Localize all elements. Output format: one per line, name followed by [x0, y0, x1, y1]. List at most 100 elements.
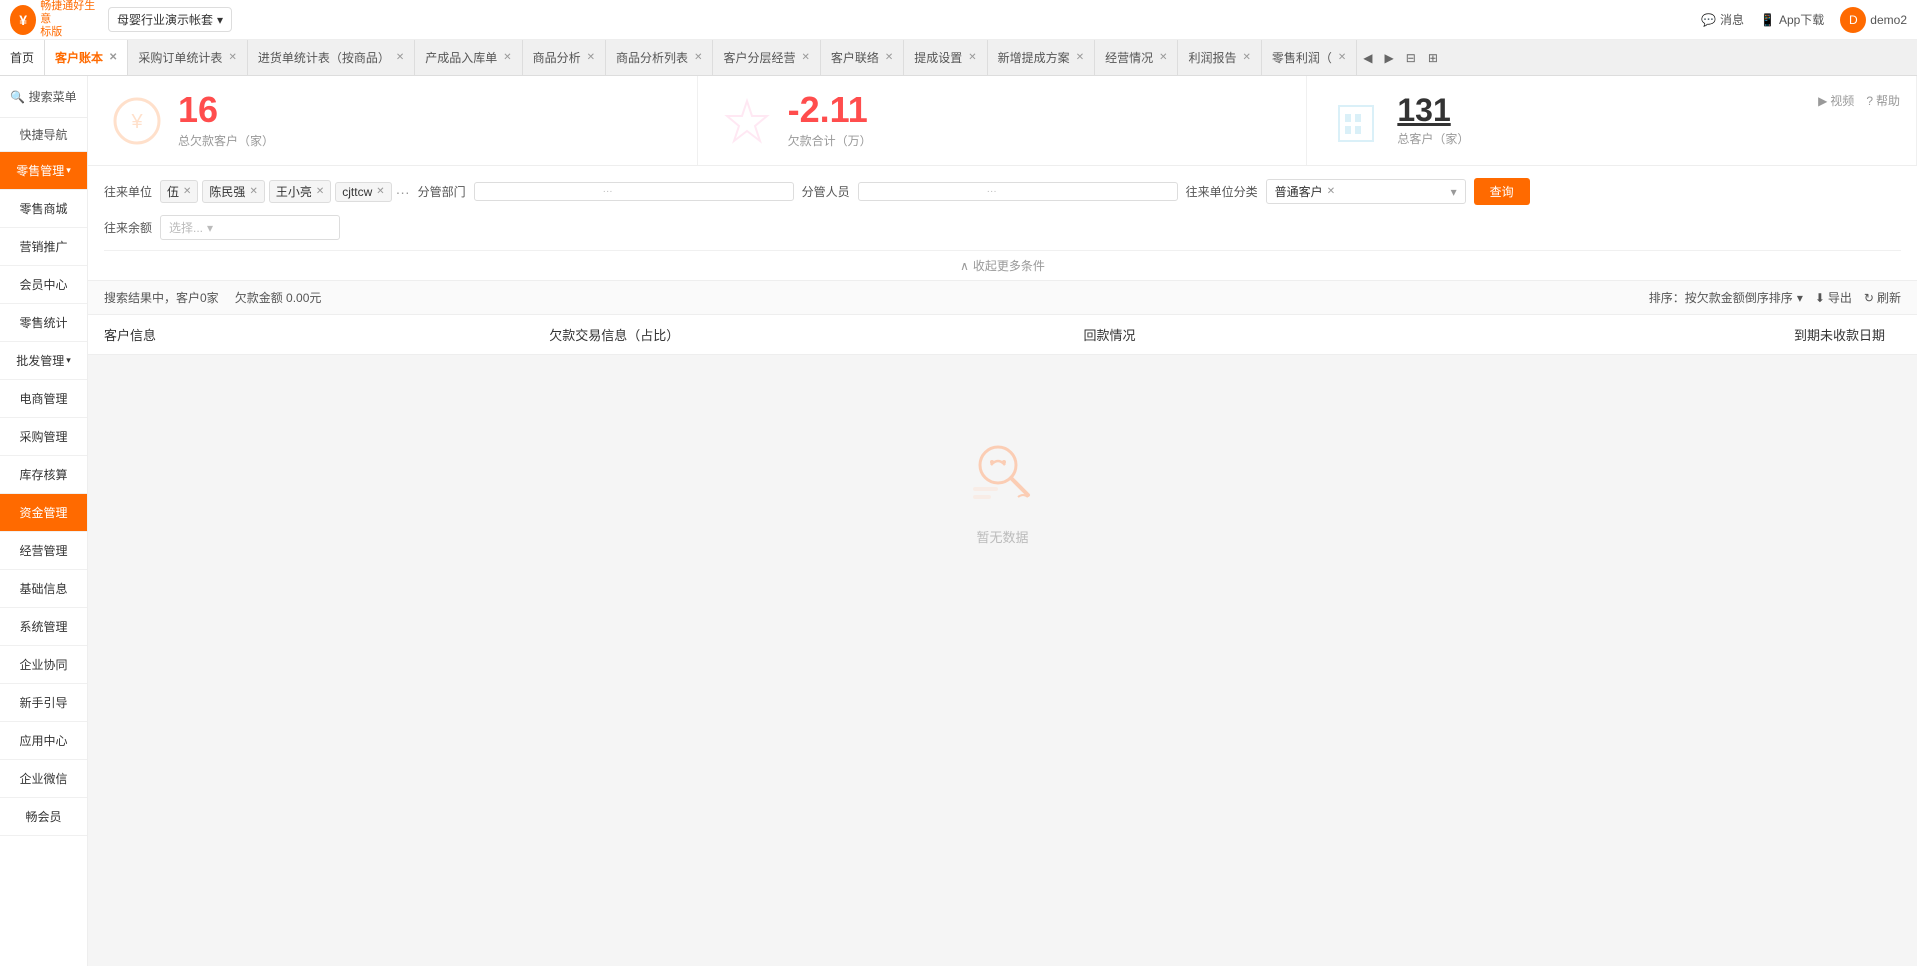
sidebar-item-newbie-guide[interactable]: 新手引导 [0, 684, 87, 722]
classify-select[interactable]: 普通客户 ✕ ▾ [1266, 179, 1466, 204]
help-btn[interactable]: ? 帮助 [1866, 92, 1900, 109]
tab-close-promotion-settings[interactable]: ✕ [968, 52, 976, 63]
tab-customer-contact[interactable]: 客户联络 ✕ [821, 40, 904, 76]
sidebar-search-btn[interactable]: 🔍 搜索菜单 [8, 84, 79, 109]
stat-debt-number: -2.11 [788, 92, 872, 128]
sidebar-item-member-center[interactable]: 会员中心 [0, 266, 87, 304]
tab-accounts[interactable]: 客户账本 ✕ [45, 40, 128, 76]
stat-debtors-values: 16 总欠款客户（家） [178, 92, 274, 149]
filter-row-1: 往来单位 伍 ✕ 陈民强 ✕ 王小亮 ✕ cjttcw [104, 178, 1901, 205]
sidebar-item-system-mgmt[interactable]: 系统管理 [0, 608, 87, 646]
sidebar-search-area: 🔍 搜索菜单 [0, 76, 87, 118]
tag-close-cjttcw[interactable]: ✕ [376, 186, 384, 197]
sidebar-item-basic-info[interactable]: 基础信息 [0, 570, 87, 608]
sidebar-quick-nav[interactable]: 快捷导航 [0, 118, 87, 152]
collapse-btn[interactable]: ∧ 收起更多条件 [104, 250, 1901, 280]
query-button[interactable]: 查询 [1474, 178, 1530, 205]
empty-icon [963, 435, 1043, 515]
result-actions: 排序：按欠款金额倒序排序 ▾ ⬇ 导出 ↻ 刷新 [1649, 289, 1901, 306]
tab-promotion-settings[interactable]: 提成设置 ✕ [904, 40, 987, 76]
sidebar-item-operations-mgmt[interactable]: 经营管理 [0, 532, 87, 570]
video-icon: ▶ [1818, 94, 1827, 108]
sidebar-item-app-center[interactable]: 应用中心 [0, 722, 87, 760]
tab-close-customer-contact[interactable]: ✕ [885, 52, 893, 63]
tab-profit-report[interactable]: 利润报告 ✕ [1178, 40, 1261, 76]
sidebar-item-vip-member[interactable]: 畅会员 [0, 798, 87, 836]
help-icon: ? [1866, 94, 1873, 108]
filter-tag-cjttcw: cjttcw ✕ [335, 182, 391, 202]
sidebar-item-marketing[interactable]: 营销推广 [0, 228, 87, 266]
sidebar-item-enterprise-coop[interactable]: 企业协同 [0, 646, 87, 684]
tab-next-btn[interactable]: ▶ [1379, 40, 1400, 76]
sidebar-item-wholesale[interactable]: 批发管理 ▾ [0, 342, 87, 380]
tab-close-retail-profit[interactable]: ✕ [1338, 52, 1346, 63]
export-icon: ⬇ [1815, 291, 1825, 305]
chevron-down-icon: ▾ [66, 355, 71, 366]
app-download-btn[interactable]: 📱 App下载 [1760, 11, 1824, 28]
filter-more-tags[interactable]: ··· [396, 184, 410, 200]
classify-close-icon[interactable]: ✕ [1327, 186, 1335, 197]
tab-operations[interactable]: 经营情况 ✕ [1095, 40, 1178, 76]
tab-production-inbound[interactable]: 产成品入库单 ✕ [415, 40, 522, 76]
video-help-btn[interactable]: ▶ 视频 [1818, 92, 1854, 109]
sort-label[interactable]: 排序：按欠款金额倒序排序 ▾ [1649, 289, 1803, 306]
tab-bar: 首页 客户账本 ✕ 采购订单统计表 ✕ 进货单统计表（按商品） ✕ 产成品入库单… [0, 40, 1917, 76]
tab-retail-profit[interactable]: 零售利润（ ✕ [1262, 40, 1357, 76]
sidebar-item-inventory[interactable]: 库存核算 [0, 456, 87, 494]
tab-close-accounts[interactable]: ✕ [109, 52, 117, 63]
tab-new-promotion[interactable]: 新增提成方案 ✕ [988, 40, 1095, 76]
tab-customer-tier[interactable]: 客户分层经营 ✕ [713, 40, 820, 76]
tab-close-purchase-summary[interactable]: ✕ [228, 52, 236, 63]
th-debt-info: 欠款交易信息（占比） [549, 325, 1083, 344]
tag-close-chen[interactable]: ✕ [249, 186, 257, 197]
sidebar-item-finance[interactable]: 资金管理 [0, 494, 87, 532]
avatar: D [1840, 7, 1866, 33]
export-btn[interactable]: ⬇ 导出 [1815, 289, 1852, 306]
user-avatar-area[interactable]: D demo2 [1840, 7, 1907, 33]
sidebar-item-retail-stats[interactable]: 零售统计 [0, 304, 87, 342]
main-layout: 🔍 搜索菜单 快捷导航 零售管理 ▾ 零售商城 营销推广 会员中心 零售统计 批… [0, 76, 1917, 966]
tab-home[interactable]: 首页 [0, 40, 45, 76]
tab-purchase-summary[interactable]: 采购订单统计表 ✕ [128, 40, 247, 76]
tab-expand-btn[interactable]: ⊟ [1400, 40, 1422, 76]
tab-close-product-list[interactable]: ✕ [694, 52, 702, 63]
star-icon [722, 96, 772, 146]
company-selector[interactable]: 母婴行业演示帐套 ▾ [108, 7, 232, 32]
sidebar-item-retail-store[interactable]: 零售商城 [0, 190, 87, 228]
tab-close-customer-tier[interactable]: ✕ [801, 52, 809, 63]
tab-close-inbound[interactable]: ✕ [396, 52, 404, 63]
content-area: ¥ 16 总欠款客户（家） -2.11 欠款合计（万） [88, 76, 1917, 966]
stat-debtors-label: 总欠款客户（家） [178, 132, 274, 149]
download-icon: 📱 [1760, 13, 1775, 27]
sidebar-item-purchase-mgmt[interactable]: 采购管理 [0, 418, 87, 456]
logo-area: ¥ 畅捷通好生意 标版 [10, 0, 98, 39]
tab-close-product-analysis[interactable]: ✕ [587, 52, 595, 63]
chevron-down-icon: ▾ [1797, 291, 1803, 305]
message-btn[interactable]: 💬 消息 [1701, 11, 1744, 28]
sidebar-item-retail-mgmt[interactable]: 零售管理 ▾ [0, 152, 87, 190]
tab-product-analysis[interactable]: 商品分析 ✕ [523, 40, 606, 76]
person-input[interactable]: ··· [858, 182, 1178, 201]
sidebar-item-ecommerce[interactable]: 电商管理 [0, 380, 87, 418]
th-repayment: 回款情况 [1084, 325, 1529, 344]
remaining-select[interactable]: 选择... ▾ [160, 215, 340, 240]
tab-close-new-promotion[interactable]: ✕ [1076, 52, 1084, 63]
tab-fullscreen-btn[interactable]: ⊞ [1422, 40, 1444, 76]
tag-close-wu[interactable]: ✕ [183, 186, 191, 197]
tab-close-operations[interactable]: ✕ [1159, 52, 1167, 63]
tab-close-profit-report[interactable]: ✕ [1243, 52, 1251, 63]
tab-prev-btn[interactable]: ◀ [1357, 40, 1378, 76]
stat-total-debt: -2.11 欠款合计（万） [698, 76, 1308, 165]
tab-close-production[interactable]: ✕ [503, 52, 511, 63]
tab-product-analysis-list[interactable]: 商品分析列表 ✕ [606, 40, 713, 76]
unit-label: 往来单位 [104, 183, 152, 200]
dept-input[interactable]: ··· [474, 182, 794, 201]
th-overdue-date: 到期未收款日期 [1529, 325, 1901, 344]
tag-close-wang[interactable]: ✕ [316, 186, 324, 197]
table-header: 客户信息 欠款交易信息（占比） 回款情况 到期未收款日期 [88, 315, 1917, 355]
th-customer-info: 客户信息 [104, 325, 549, 344]
tab-inbound-stats[interactable]: 进货单统计表（按商品） ✕ [248, 40, 415, 76]
chevron-down-icon: ▾ [66, 165, 71, 176]
sidebar-item-enterprise-wechat[interactable]: 企业微信 [0, 760, 87, 798]
refresh-btn[interactable]: ↻ 刷新 [1864, 289, 1901, 306]
